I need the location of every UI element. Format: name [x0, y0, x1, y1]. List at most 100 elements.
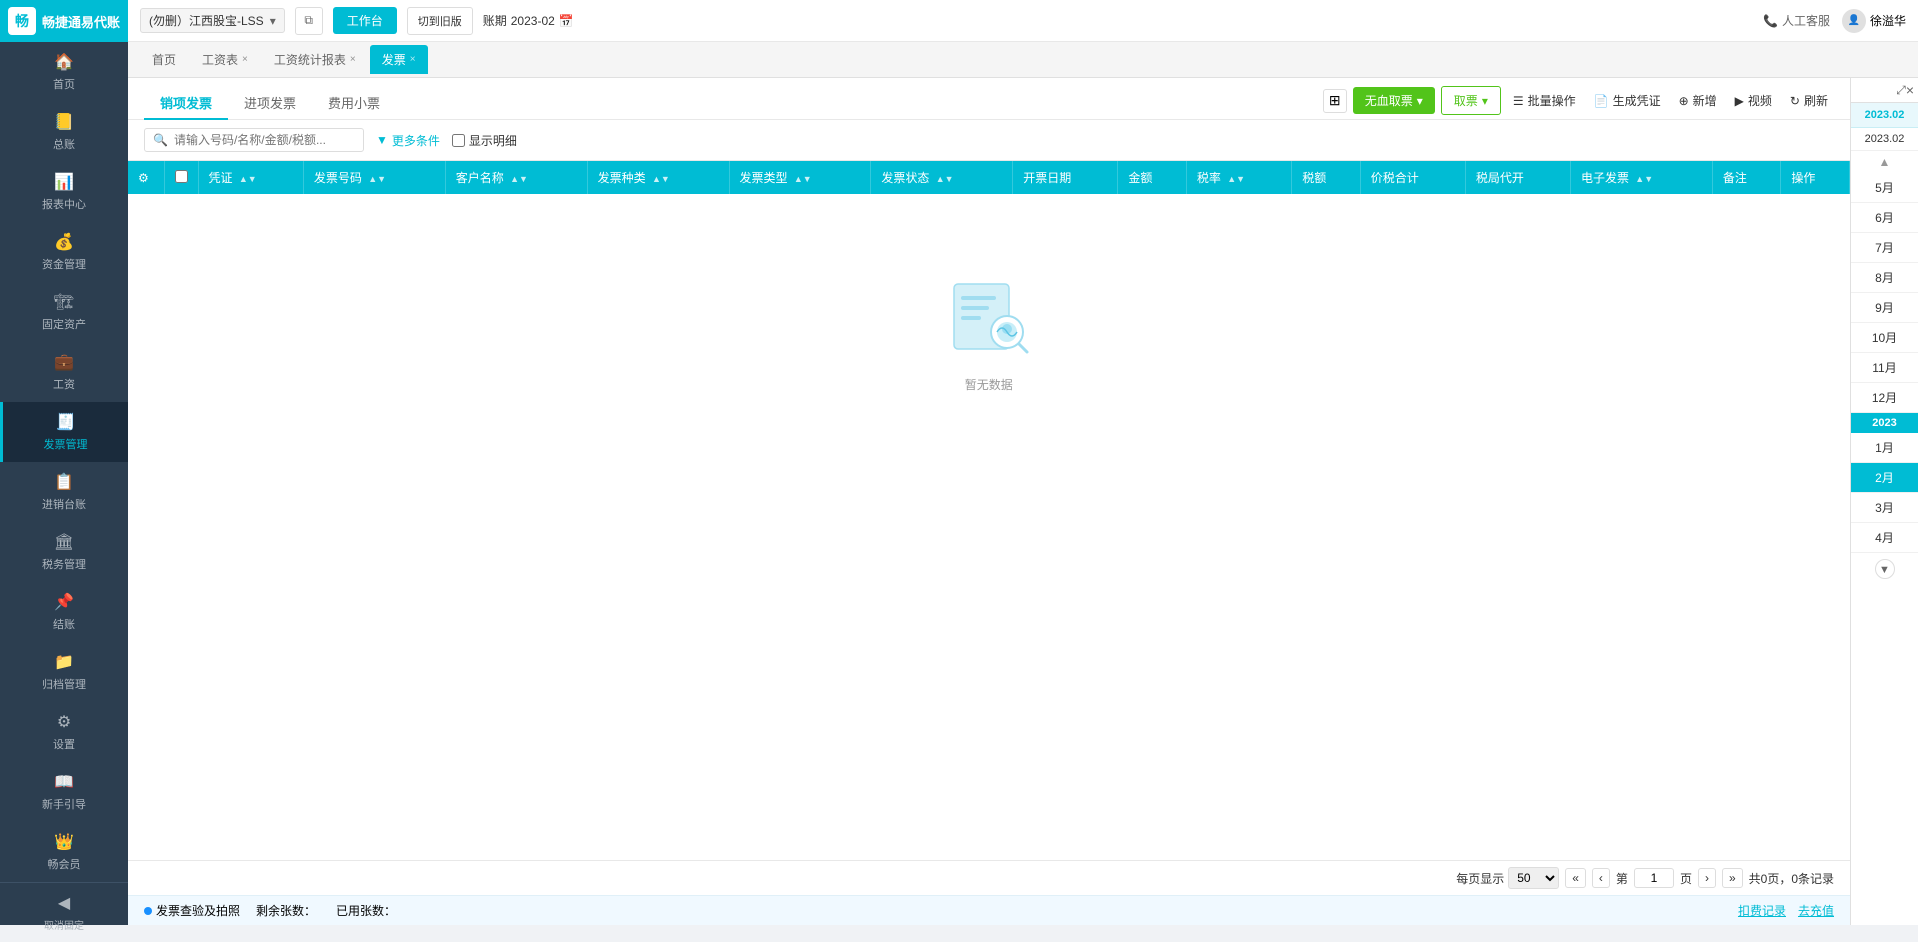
col-invoice-type1[interactable]: 发票种类 ▲▼ — [587, 161, 729, 194]
period-calendar-icon[interactable]: 📅 — [559, 14, 574, 28]
sidebar-item-unpin[interactable]: ◀ 取消固定 — [0, 883, 128, 942]
no-tax-ticket-button[interactable]: 无血取票 ▾ — [1353, 87, 1435, 114]
tab-salary-stats[interactable]: 工资统计报表 × — [262, 45, 368, 74]
col-customer[interactable]: 客户名称 ▲▼ — [445, 161, 587, 194]
salary-icon: 💼 — [54, 352, 74, 372]
tab-salary-table[interactable]: 工资表 × — [190, 45, 260, 74]
company-selector[interactable]: (勿删）江西股宝-LSS ▾ — [140, 8, 285, 33]
app-title: 畅捷通易代账 — [42, 12, 120, 31]
footer-right-links: 扣费记录 去充值 — [1738, 902, 1834, 919]
col-invoice-no[interactable]: 发票号码 ▲▼ — [303, 161, 445, 194]
cal-month-2023-2[interactable]: 2月 — [1851, 463, 1918, 493]
empty-text: 暂无数据 — [965, 376, 1013, 393]
col-tax-rate[interactable]: 税率 ▲▼ — [1186, 161, 1291, 194]
col-settings[interactable]: ⚙ — [128, 161, 164, 194]
sub-tab-label: 进项发票 — [244, 96, 296, 111]
col-invoice-type2[interactable]: 发票类型 ▲▼ — [729, 161, 871, 194]
sidebar-item-label: 畅会员 — [48, 856, 81, 872]
user-menu[interactable]: 👤 徐溢华 — [1842, 9, 1906, 33]
invoice-table: ⚙ 凭证 ▲▼ 发票号码 ▲▼ — [128, 161, 1850, 473]
tab-close-icon[interactable]: × — [350, 54, 356, 65]
cal-month-11[interactable]: 11月 — [1851, 353, 1918, 383]
more-filters-button[interactable]: ▼ 更多条件 — [376, 132, 440, 149]
sidebar-item-archive[interactable]: 📁 归档管理 — [0, 642, 128, 702]
sub-tab-sales-invoice[interactable]: 销项发票 — [144, 87, 228, 120]
fee-record-link[interactable]: 扣费记录 — [1738, 902, 1786, 919]
sidebar-item-funds[interactable]: 💰 资金管理 — [0, 222, 128, 282]
search-input[interactable] — [174, 133, 355, 147]
current-page-input[interactable]: 1 — [1634, 868, 1674, 888]
tab-invoice[interactable]: 发票 × — [370, 45, 428, 74]
new-label: 新增 — [1693, 92, 1717, 109]
cal-month-9[interactable]: 9月 — [1851, 293, 1918, 323]
sidebar-item-vip[interactable]: 👑 畅会员 — [0, 822, 128, 882]
show-detail-toggle[interactable]: 显示明细 — [452, 132, 517, 149]
col-tax-amount: 税额 — [1292, 161, 1361, 194]
topbar-copy-button[interactable]: ⧉ — [295, 7, 323, 35]
workspace-button[interactable]: 工作台 — [333, 7, 397, 34]
new-button[interactable]: ⊕ 新增 — [1673, 87, 1723, 114]
video-button[interactable]: ▶ 视频 — [1729, 87, 1778, 114]
last-page-button[interactable]: » — [1722, 868, 1743, 888]
show-detail-checkbox[interactable] — [452, 134, 465, 147]
footer-verify: 发票查验及拍照 — [144, 902, 240, 919]
page-size-dropdown[interactable]: 50 100 200 — [1508, 867, 1559, 889]
grid-view-button[interactable]: ⊞ — [1323, 89, 1347, 113]
tab-close-icon[interactable]: × — [242, 54, 248, 65]
get-ticket-label: 取票 — [1454, 92, 1478, 109]
select-all-checkbox[interactable] — [175, 170, 188, 183]
cal-month-7[interactable]: 7月 — [1851, 233, 1918, 263]
sidebar-item-settings[interactable]: ⚙ 设置 — [0, 702, 128, 762]
cal-month-2023-3[interactable]: 3月 — [1851, 493, 1918, 523]
sidebar-item-reports[interactable]: 📊 报表中心 — [0, 162, 128, 222]
support-label: 人工客服 — [1782, 12, 1830, 29]
sidebar-item-home[interactable]: 🏠 首页 — [0, 42, 128, 102]
batch-op-button[interactable]: ☰ 批量操作 — [1507, 87, 1582, 114]
sub-tab-expense-receipt[interactable]: 费用小票 — [312, 87, 396, 120]
get-ticket-button[interactable]: 取票 ▾ — [1441, 86, 1501, 115]
prev-page-button[interactable]: ‹ — [1592, 868, 1610, 888]
gen-voucher-button[interactable]: 📄 生成凭证 — [1588, 87, 1667, 114]
batch-icon: ☰ — [1513, 94, 1524, 108]
next-page-button[interactable]: › — [1698, 868, 1716, 888]
cal-month-6[interactable]: 6月 — [1851, 203, 1918, 233]
col-invoice-status[interactable]: 发票状态 ▲▼ — [871, 161, 1013, 194]
cal-month-12[interactable]: 12月 — [1851, 383, 1918, 413]
ledger-icon: 📒 — [54, 112, 74, 132]
recharge-link[interactable]: 去充值 — [1798, 902, 1834, 919]
cal-month-2023-4[interactable]: 4月 — [1851, 523, 1918, 553]
no-tax-label: 无血取票 — [1365, 92, 1413, 109]
reports-icon: 📊 — [54, 172, 74, 192]
batch-label: 批量操作 — [1528, 92, 1576, 109]
tab-close-icon[interactable]: × — [410, 54, 416, 65]
tab-home[interactable]: 首页 — [140, 45, 188, 74]
calendar-up-button[interactable]: ▲ — [1851, 151, 1918, 173]
cal-month-10[interactable]: 10月 — [1851, 323, 1918, 353]
calendar-close-button[interactable]: × — [1906, 82, 1914, 98]
sidebar-item-guide[interactable]: 📖 新手引导 — [0, 762, 128, 822]
cal-month-8[interactable]: 8月 — [1851, 263, 1918, 293]
calendar-maximize-button[interactable]: ⤢ — [1896, 82, 1906, 98]
sidebar-item-ledger[interactable]: 📒 总账 — [0, 102, 128, 162]
col-checkbox[interactable] — [164, 161, 198, 194]
sidebar-item-salary[interactable]: 💼 工资 — [0, 342, 128, 402]
col-voucher[interactable]: 凭证 ▲▼ — [198, 161, 303, 194]
col-electronic[interactable]: 电子发票 ▲▼ — [1570, 161, 1712, 194]
refresh-button[interactable]: ↻ 刷新 — [1784, 87, 1834, 114]
sub-tab-purchase-invoice[interactable]: 进项发票 — [228, 87, 312, 120]
first-page-button[interactable]: « — [1565, 868, 1586, 888]
sidebar-item-invoice[interactable]: 🧾 发票管理 — [0, 402, 128, 462]
topbar: (勿删）江西股宝-LSS ▾ ⧉ 工作台 切到旧版 账期 2023-02 📅 📞… — [128, 0, 1918, 42]
sidebar-item-tax[interactable]: 🏛 税务管理 — [0, 522, 128, 582]
archive-icon: 📁 — [54, 652, 74, 672]
cal-month-2023-1[interactable]: 1月 — [1851, 433, 1918, 463]
calendar-down-button[interactable]: ▼ — [1851, 553, 1918, 585]
footer-remaining: 剩余张数： — [256, 902, 320, 919]
switch-version-button[interactable]: 切到旧版 — [407, 7, 473, 35]
sidebar-item-sales-ledger[interactable]: 📋 进销台账 — [0, 462, 128, 522]
customer-support[interactable]: 📞 人工客服 — [1763, 12, 1830, 29]
cal-period-item-1[interactable]: 2023.02 — [1851, 128, 1918, 151]
sidebar-item-close-accounts[interactable]: 📌 结账 — [0, 582, 128, 642]
cal-month-5[interactable]: 5月 — [1851, 173, 1918, 203]
sidebar-item-fixed-assets[interactable]: 🏗 固定资产 — [0, 282, 128, 342]
